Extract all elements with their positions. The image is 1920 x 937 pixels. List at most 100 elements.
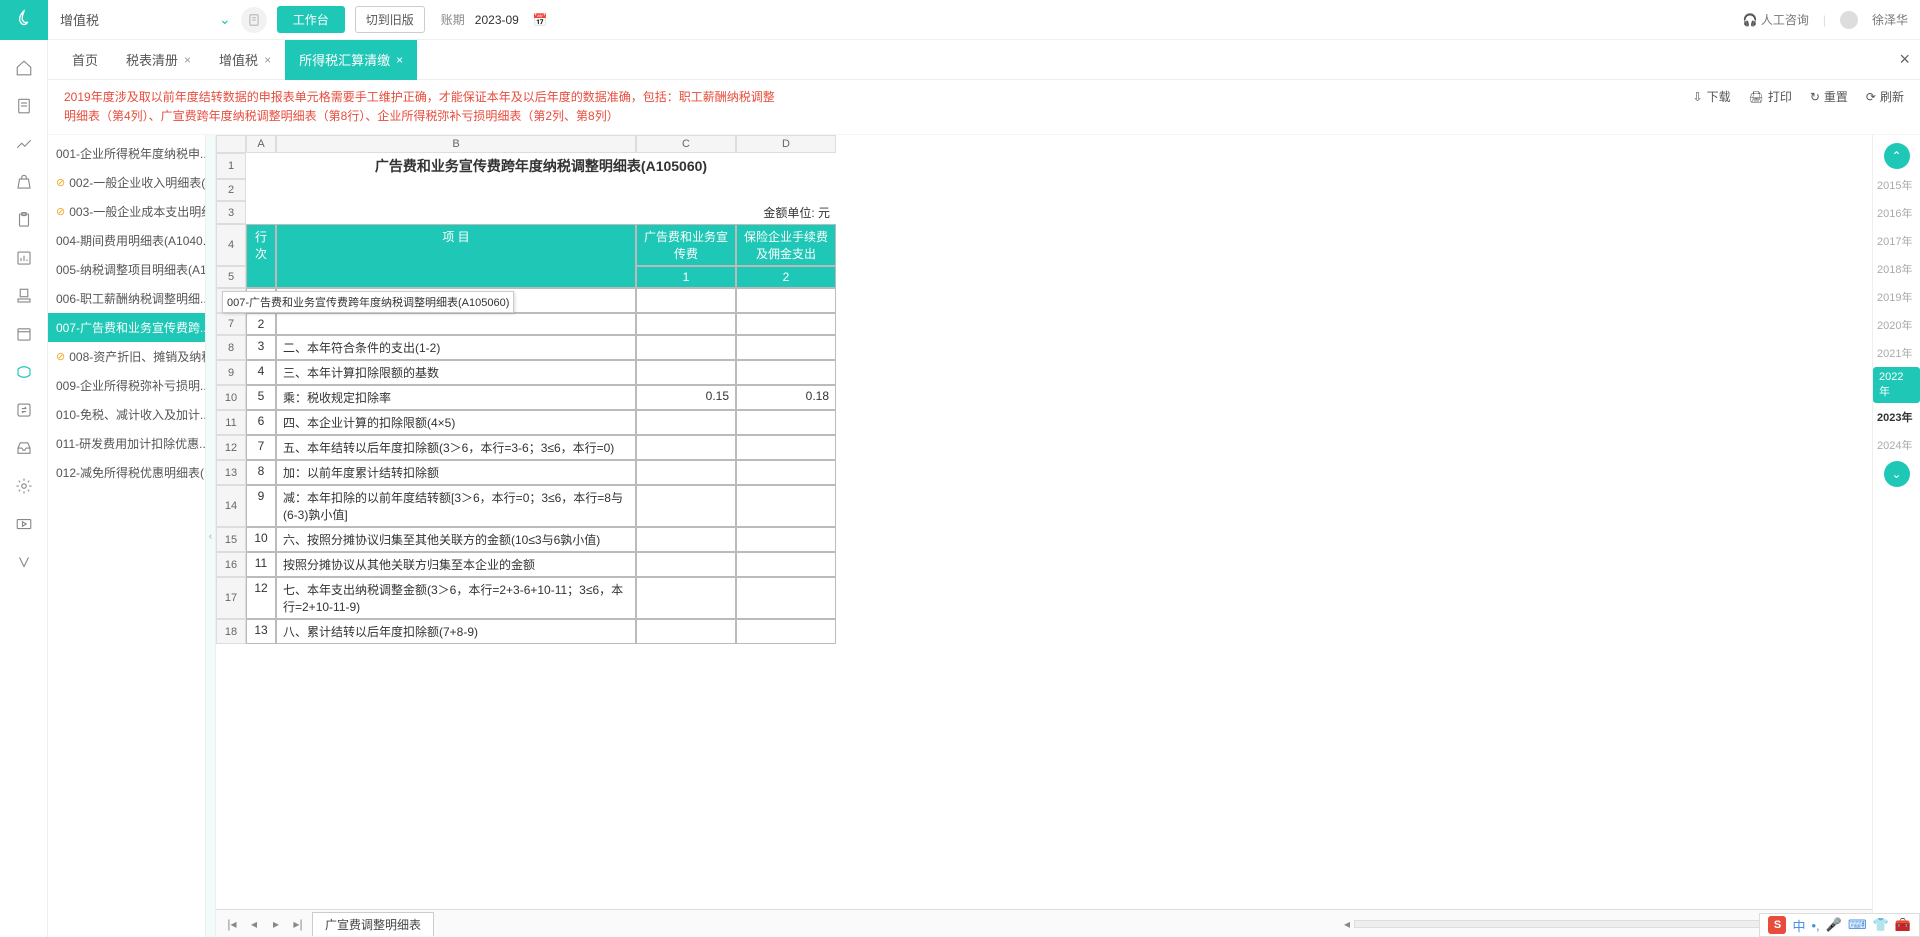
form-item[interactable]: ⊘002-一般企业收入明细表(A... <box>48 168 205 197</box>
cell-c[interactable]: 0.15 <box>636 385 736 410</box>
download-button[interactable]: ⇩ 下载 <box>1693 88 1731 105</box>
cell-c[interactable] <box>636 360 736 385</box>
cell-d[interactable] <box>736 485 836 527</box>
report-icon[interactable] <box>14 248 34 268</box>
form-item[interactable]: 004-期间费用明细表(A1040... <box>48 226 205 255</box>
cell-d[interactable]: 0.18 <box>736 385 836 410</box>
tab-close-icon[interactable]: × <box>396 53 403 67</box>
transfer-icon[interactable] <box>14 400 34 420</box>
print-button[interactable]: 🖨 打印 <box>1749 88 1792 105</box>
cell-d[interactable] <box>736 335 836 360</box>
reset-button[interactable]: ↻ 重置 <box>1810 88 1848 105</box>
v-icon[interactable] <box>14 552 34 572</box>
year-2016年[interactable]: 2016年 <box>1873 199 1920 227</box>
ime-keyboard-icon[interactable]: ⌨ <box>1848 917 1867 933</box>
doc-icon[interactable] <box>14 96 34 116</box>
cell-d[interactable] <box>736 360 836 385</box>
close-all-tabs[interactable]: × <box>1899 49 1910 70</box>
stamp-icon[interactable] <box>14 286 34 306</box>
col-A[interactable]: A <box>246 135 276 153</box>
inbox-icon[interactable] <box>14 438 34 458</box>
year-2019年[interactable]: 2019年 <box>1873 283 1920 311</box>
cell-d[interactable] <box>736 460 836 485</box>
biz-type-select[interactable]: 增值税 ⌄ <box>60 10 231 29</box>
tab-所得税汇算清缴[interactable]: 所得税汇算清缴× <box>285 40 417 80</box>
tab-增值税[interactable]: 增值税× <box>205 40 285 80</box>
chart-icon[interactable] <box>14 134 34 154</box>
cell-c[interactable] <box>636 460 736 485</box>
form-item[interactable]: ⊘003-一般企业成本支出明细... <box>48 197 205 226</box>
year-scroll-up[interactable]: ⌃ <box>1884 143 1910 169</box>
video-icon[interactable] <box>14 514 34 534</box>
cell-d[interactable] <box>736 288 836 313</box>
cell-d[interactable] <box>736 313 836 335</box>
form-item[interactable]: 001-企业所得税年度纳税申... <box>48 139 205 168</box>
old-version-button[interactable]: 切到旧版 <box>355 6 425 33</box>
year-2020年[interactable]: 2020年 <box>1873 311 1920 339</box>
cell-c[interactable] <box>636 288 736 313</box>
sheet-nav-next[interactable]: ▸ <box>268 917 284 931</box>
col-D[interactable]: D <box>736 135 836 153</box>
form-item[interactable]: 005-纳税调整项目明细表(A1... <box>48 255 205 284</box>
ime-toolbox-icon[interactable]: 🧰 <box>1895 917 1911 933</box>
tab-close-icon[interactable]: × <box>184 53 191 67</box>
calendar-icon[interactable] <box>14 324 34 344</box>
year-2022年[interactable]: 2022年 <box>1873 367 1920 403</box>
form-item[interactable]: 009-企业所得税弥补亏损明... <box>48 371 205 400</box>
year-2021年[interactable]: 2021年 <box>1873 339 1920 367</box>
ime-punct[interactable]: •, <box>1812 918 1820 933</box>
cell-d[interactable] <box>736 435 836 460</box>
col-C[interactable]: C <box>636 135 736 153</box>
sheet-nav-prev[interactable]: ◂ <box>246 917 262 931</box>
workbench-button[interactable]: 工作台 <box>277 6 345 33</box>
cell-d[interactable] <box>736 577 836 619</box>
app-logo[interactable] <box>0 0 48 40</box>
year-scroll-down[interactable]: ⌄ <box>1884 461 1910 487</box>
menu-toggle[interactable] <box>241 7 267 33</box>
form-item[interactable]: ⊘008-资产折旧、摊销及纳税... <box>48 342 205 371</box>
home-icon[interactable] <box>14 58 34 78</box>
form-item[interactable]: 012-减免所得税优惠明细表(... <box>48 458 205 487</box>
form-item[interactable]: 007-广告费和业务宣传费跨... <box>48 313 205 342</box>
cell-d[interactable] <box>736 410 836 435</box>
form-item[interactable]: 011-研发费用加计扣除优惠... <box>48 429 205 458</box>
cell-d[interactable] <box>736 552 836 577</box>
cell-c[interactable] <box>636 577 736 619</box>
cell-c[interactable] <box>636 435 736 460</box>
calendar-picker-icon[interactable]: 📅 <box>533 13 548 27</box>
cell-c[interactable] <box>636 410 736 435</box>
year-2017年[interactable]: 2017年 <box>1873 227 1920 255</box>
cell-d[interactable] <box>736 527 836 552</box>
cell-c[interactable] <box>636 619 736 644</box>
tax-icon[interactable] <box>14 362 34 382</box>
form-item[interactable]: 006-职工薪酬纳税调整明细... <box>48 284 205 313</box>
ime-logo[interactable]: S <box>1768 916 1786 934</box>
sheet-nav-last[interactable]: ▸| <box>290 917 306 931</box>
sheet-tab[interactable]: 广宣费调整明细表 <box>312 912 434 936</box>
year-2015年[interactable]: 2015年 <box>1873 171 1920 199</box>
collapse-handle[interactable]: ‹ <box>206 135 216 937</box>
tab-税表清册[interactable]: 税表清册× <box>112 40 205 80</box>
year-2018年[interactable]: 2018年 <box>1873 255 1920 283</box>
cell-c[interactable] <box>636 313 736 335</box>
col-B[interactable]: B <box>276 135 636 153</box>
cell-c[interactable] <box>636 335 736 360</box>
ime-lang[interactable]: 中 <box>1792 916 1805 935</box>
cell-d[interactable] <box>736 619 836 644</box>
settings-icon[interactable] <box>14 476 34 496</box>
cell-c[interactable] <box>636 552 736 577</box>
hscroll-left[interactable]: ◂ <box>1344 917 1350 931</box>
tab-首页[interactable]: 首页 <box>58 40 112 80</box>
bag-icon[interactable] <box>14 172 34 192</box>
sheet-nav-first[interactable]: |◂ <box>224 917 240 931</box>
refresh-button[interactable]: ⟳ 刷新 <box>1866 88 1904 105</box>
cell-c[interactable] <box>636 527 736 552</box>
period-value[interactable]: 2023-09 <box>475 13 519 27</box>
avatar[interactable] <box>1840 11 1858 29</box>
username[interactable]: 徐泽华 <box>1872 11 1908 28</box>
tab-close-icon[interactable]: × <box>264 53 271 67</box>
clipboard-icon[interactable] <box>14 210 34 230</box>
ime-skin-icon[interactable]: 👕 <box>1873 917 1889 933</box>
cell-c[interactable] <box>636 485 736 527</box>
ime-voice-icon[interactable]: 🎤 <box>1826 917 1842 933</box>
